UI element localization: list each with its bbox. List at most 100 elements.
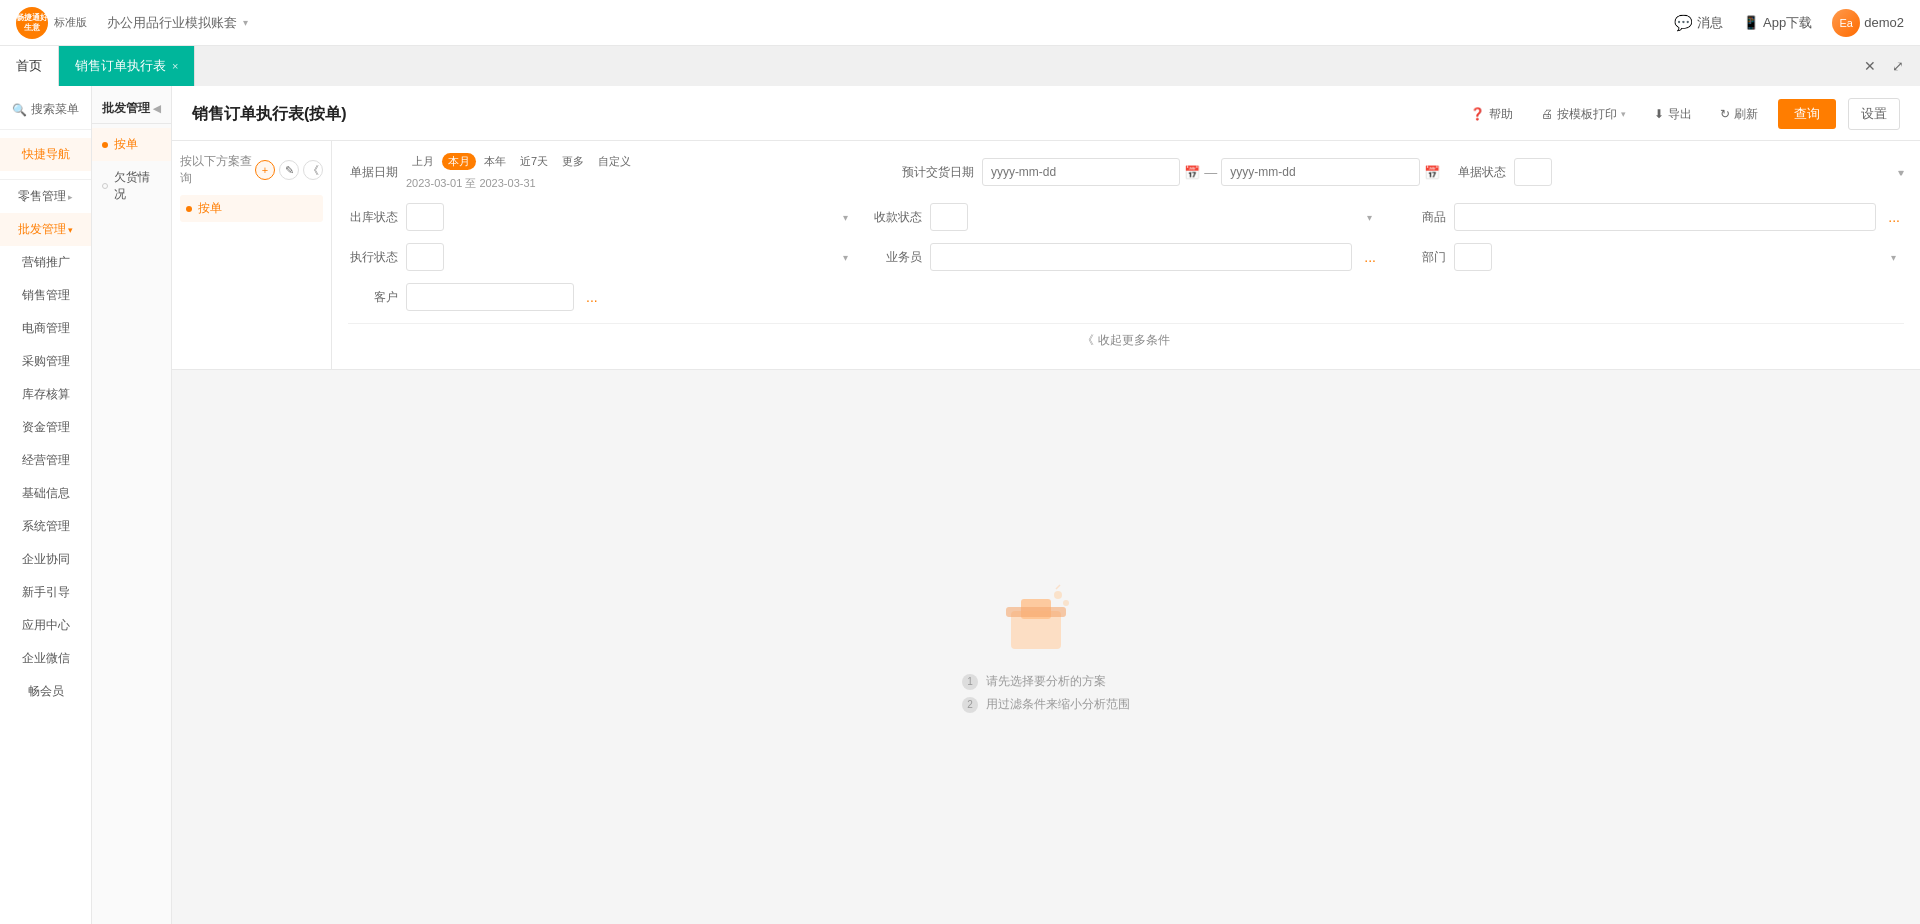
sidebar-item-quick-nav[interactable]: 快捷导航 xyxy=(0,138,91,171)
filter-row-2: 出库状态 收款状态 xyxy=(348,203,1904,231)
hint-number-2: 2 xyxy=(962,697,978,713)
date-separator: — xyxy=(1204,165,1217,180)
expected-date-end[interactable] xyxy=(1221,158,1419,186)
app-download-button[interactable]: 📱 App下载 xyxy=(1743,14,1812,32)
customer-input[interactable] xyxy=(406,283,574,311)
date-range-input: 📅 — 📅 xyxy=(982,158,1440,186)
filter-fields-area: 单据日期 上月 本月 本年 近7天 更多 自定义 2023-03-01 至 20… xyxy=(332,141,1920,369)
date-label: 单据日期 xyxy=(348,164,398,181)
tab-expand-button[interactable]: ⤢ xyxy=(1888,56,1908,76)
sidebar-item-newbie[interactable]: 新手引导 xyxy=(0,576,91,609)
help-icon: ❓ xyxy=(1470,107,1485,121)
customer-more-button[interactable]: ... xyxy=(582,289,602,305)
main-layout: 🔍 搜索菜单 快捷导航 零售管理 ▸ 批发管理 ▾ 营销推广 销售管理 电商管理… xyxy=(0,86,1920,924)
sidebar-item-vip[interactable]: 畅会员 xyxy=(0,675,91,708)
date-tab-custom[interactable]: 自定义 xyxy=(592,153,637,170)
sub-sidebar-item-arrears[interactable]: 欠货情况 xyxy=(92,161,171,211)
out-status-select[interactable] xyxy=(406,203,444,231)
sidebar-item-retail[interactable]: 零售管理 ▸ xyxy=(0,180,91,213)
collapse-bar[interactable]: 《 收起更多条件 xyxy=(348,323,1904,357)
scheme-item-order[interactable]: 按单 xyxy=(180,195,323,222)
collapse-scheme-button[interactable]: 《 xyxy=(303,160,323,180)
sidebar-item-enterprise[interactable]: 企业协同 xyxy=(0,543,91,576)
sub-sidebar-item-order[interactable]: 按单 xyxy=(92,128,171,161)
sidebar-item-marketing[interactable]: 营销推广 xyxy=(0,246,91,279)
sidebar-item-finance[interactable]: 资金管理 xyxy=(0,411,91,444)
tab-close-all-button[interactable]: ✕ xyxy=(1860,56,1880,76)
salesperson-field: 业务员 ... xyxy=(872,243,1380,271)
collection-status-select[interactable] xyxy=(930,203,968,231)
chevron-right-icon: ▸ xyxy=(68,192,73,202)
sub-sidebar-collapse-button[interactable]: ◀ xyxy=(153,103,161,114)
sidebar-item-ecommerce[interactable]: 电商管理 xyxy=(0,312,91,345)
refresh-button[interactable]: ↻ 刷新 xyxy=(1712,102,1766,127)
date-tabs: 上月 本月 本年 近7天 更多 自定义 xyxy=(406,153,886,170)
tab-close-button[interactable]: × xyxy=(172,60,178,72)
goods-input[interactable] xyxy=(1454,203,1876,231)
date-tab-this-year[interactable]: 本年 xyxy=(478,153,512,170)
logo-icon: 畅捷通好生意 xyxy=(16,7,48,39)
svg-point-4 xyxy=(1063,600,1069,606)
empty-state: 1 请先选择要分析的方案 2 用过滤条件来缩小分析范围 xyxy=(172,370,1920,924)
breadcrumb[interactable]: 办公用品行业模拟账套 ▾ xyxy=(107,14,248,32)
empty-illustration xyxy=(996,581,1096,661)
sidebar-search-area: 🔍 搜索菜单 xyxy=(0,86,91,130)
query-button[interactable]: 查询 xyxy=(1778,99,1836,129)
salesperson-more-button[interactable]: ... xyxy=(1360,249,1380,265)
tab-home[interactable]: 首页 xyxy=(0,46,59,86)
order-status-select[interactable] xyxy=(1514,158,1552,186)
department-select[interactable] xyxy=(1454,243,1492,271)
tab-sales-order[interactable]: 销售订单执行表 × xyxy=(59,46,195,86)
sidebar: 🔍 搜索菜单 快捷导航 零售管理 ▸ 批发管理 ▾ 营销推广 销售管理 电商管理… xyxy=(0,86,92,924)
expected-date-start[interactable] xyxy=(982,158,1180,186)
order-status-field: 单据状态 ▾ xyxy=(1456,158,1904,186)
date-tab-last-month[interactable]: 上月 xyxy=(406,153,440,170)
sidebar-item-sales[interactable]: 销售管理 xyxy=(0,279,91,312)
goods-more-button[interactable]: ... xyxy=(1884,209,1904,225)
chevron-down-icon: ▾ xyxy=(68,225,73,235)
print-button[interactable]: 🖨 按模板打印 ▾ xyxy=(1533,102,1634,127)
sidebar-item-wholesale[interactable]: 批发管理 ▾ xyxy=(0,213,91,246)
sidebar-item-basic[interactable]: 基础信息 xyxy=(0,477,91,510)
message-icon: 💬 xyxy=(1674,14,1693,32)
active-dot-icon xyxy=(102,142,108,148)
sidebar-item-operation[interactable]: 经营管理 xyxy=(0,444,91,477)
print-arrow-icon: ▾ xyxy=(1621,109,1626,119)
expected-date-field: 预计交货日期 📅 — 📅 xyxy=(902,158,1440,186)
add-scheme-button[interactable]: + xyxy=(255,160,275,180)
department-label: 部门 xyxy=(1396,249,1446,266)
message-button[interactable]: 💬 消息 xyxy=(1674,14,1723,32)
sidebar-item-appstore[interactable]: 应用中心 xyxy=(0,609,91,642)
tab-home-label: 首页 xyxy=(16,57,42,75)
page-title: 销售订单执行表(按单) xyxy=(192,104,347,125)
empty-hint-1: 1 请先选择要分析的方案 xyxy=(962,673,1130,690)
empty-hint-2: 2 用过滤条件来缩小分析范围 xyxy=(962,696,1130,713)
edit-scheme-button[interactable]: ✎ xyxy=(279,160,299,180)
sidebar-item-inventory[interactable]: 库存核算 xyxy=(0,378,91,411)
execute-status-select[interactable] xyxy=(406,243,444,271)
sidebar-item-system[interactable]: 系统管理 xyxy=(0,510,91,543)
tab-bar: 首页 销售订单执行表 × ✕ ⤢ xyxy=(0,46,1920,86)
page-header-actions: ❓ 帮助 🖨 按模板打印 ▾ ⬇ 导出 ↻ 刷新 查询 设置 xyxy=(1462,98,1900,130)
calendar-end-icon[interactable]: 📅 xyxy=(1424,165,1440,180)
date-tab-7days[interactable]: 近7天 xyxy=(514,153,554,170)
salesperson-label: 业务员 xyxy=(872,249,922,266)
sidebar-item-purchase[interactable]: 采购管理 xyxy=(0,345,91,378)
sidebar-item-wechat[interactable]: 企业微信 xyxy=(0,642,91,675)
calendar-start-icon[interactable]: 📅 xyxy=(1184,165,1200,180)
svg-rect-2 xyxy=(1006,607,1066,617)
salesperson-input[interactable] xyxy=(930,243,1352,271)
settings-button[interactable]: 设置 xyxy=(1848,98,1900,130)
user-menu[interactable]: Ea demo2 xyxy=(1832,9,1904,37)
date-tab-this-month[interactable]: 本月 xyxy=(442,153,476,170)
help-button[interactable]: ❓ 帮助 xyxy=(1462,102,1521,127)
expected-date-label: 预计交货日期 xyxy=(902,164,974,181)
logo-area: 畅捷通好生意 标准版 xyxy=(16,7,87,39)
department-field: 部门 xyxy=(1396,243,1904,271)
search-menu-button[interactable]: 🔍 搜索菜单 xyxy=(8,96,83,123)
tab-sales-order-label: 销售订单执行表 xyxy=(75,57,166,75)
date-tab-more[interactable]: 更多 xyxy=(556,153,590,170)
export-button[interactable]: ⬇ 导出 xyxy=(1646,102,1700,127)
filter-scheme-actions: + ✎ 《 xyxy=(255,160,323,180)
execute-status-label: 执行状态 xyxy=(348,249,398,266)
